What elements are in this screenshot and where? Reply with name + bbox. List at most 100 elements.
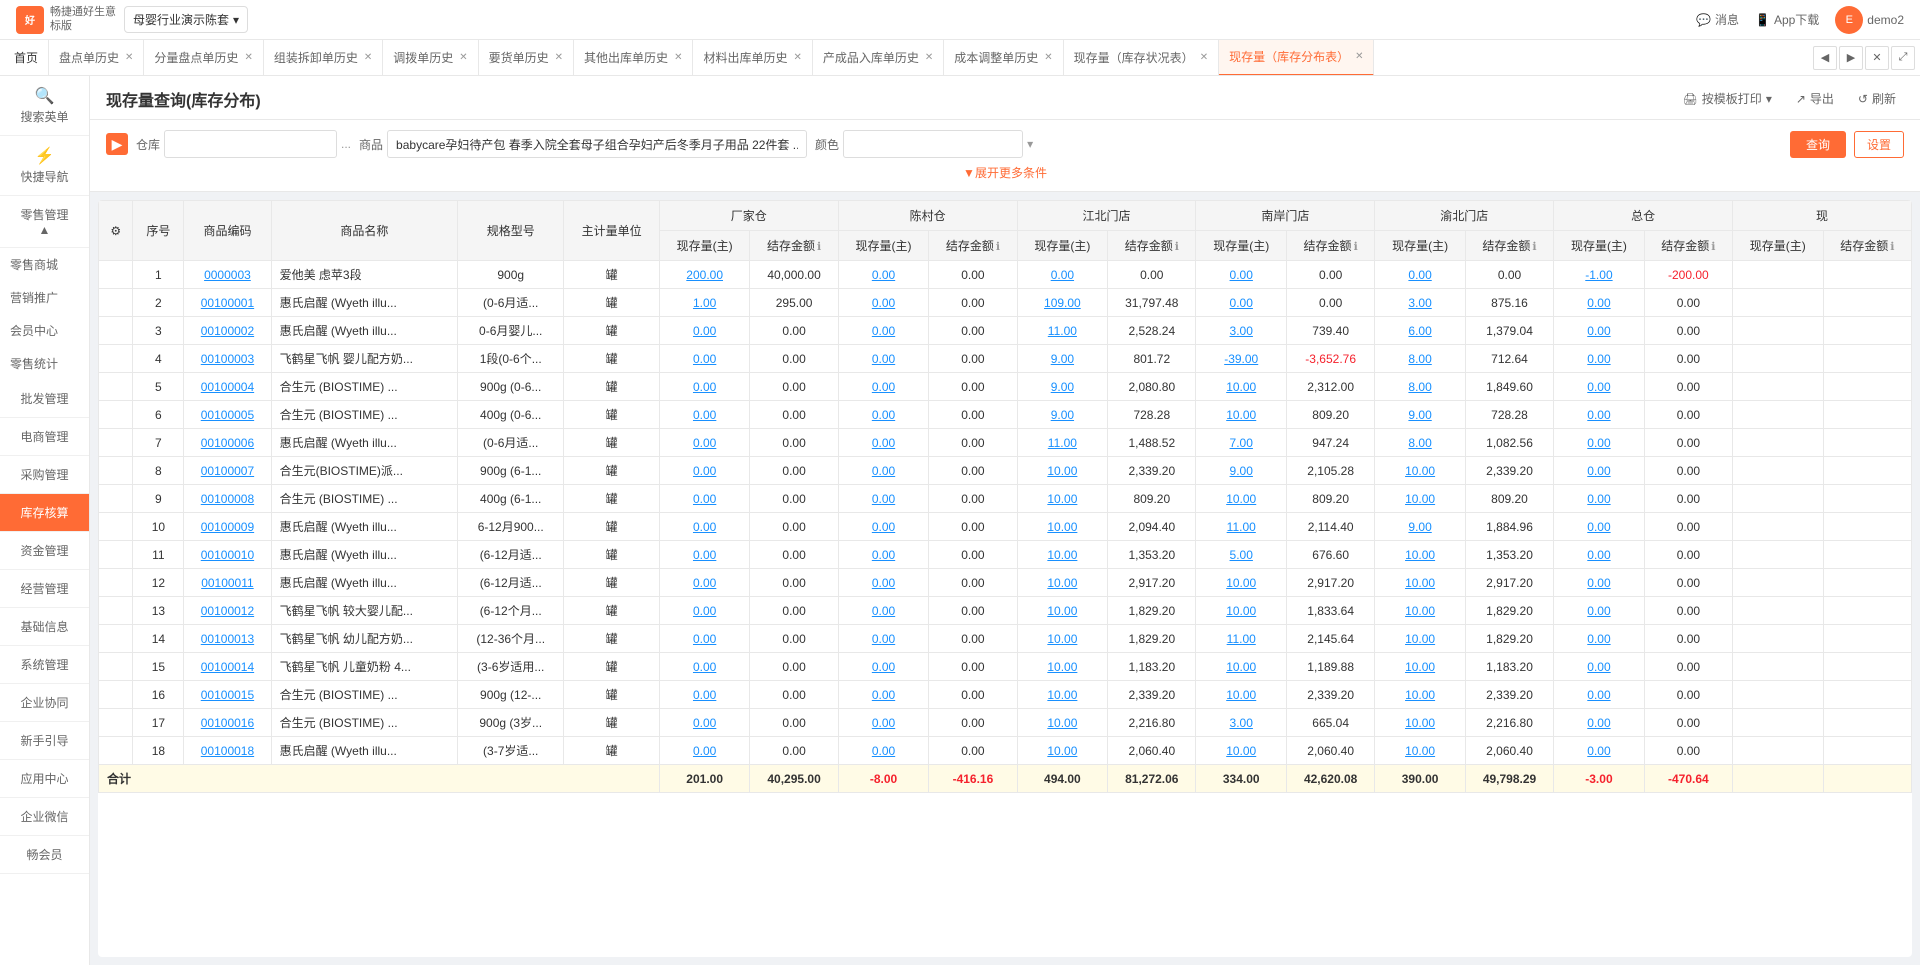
row-c1-qty[interactable]: 0.00 — [659, 513, 750, 541]
row-code[interactable]: 00100003 — [184, 345, 271, 373]
row-c6-qty[interactable]: 0.00 — [1554, 289, 1645, 317]
row-total-qty[interactable] — [1733, 569, 1824, 597]
row-c4-qty[interactable]: 10.00 — [1196, 653, 1287, 681]
row-c2-qty[interactable]: 0.00 — [838, 513, 929, 541]
row-c3-qty[interactable]: 0.00 — [1017, 261, 1108, 289]
sidebar-item-ecommerce[interactable]: 电商管理 — [0, 418, 89, 456]
tab-assemble[interactable]: 组装拆卸单历史 ✕ — [264, 40, 383, 76]
sidebar-sub-retail-shop[interactable]: 零售商城 — [0, 248, 89, 281]
row-code[interactable]: 00100011 — [184, 569, 271, 597]
row-c2-qty[interactable]: 0.00 — [838, 345, 929, 373]
row-c3-qty[interactable]: 10.00 — [1017, 737, 1108, 765]
row-c6-qty[interactable]: 0.00 — [1554, 653, 1645, 681]
row-code[interactable]: 00100005 — [184, 401, 271, 429]
row-c3-qty[interactable]: 10.00 — [1017, 457, 1108, 485]
row-code[interactable]: 00100012 — [184, 597, 271, 625]
nav-next-btn[interactable]: ▶ — [1839, 46, 1863, 70]
close-icon[interactable]: ✕ — [674, 52, 682, 63]
nav-prev-btn[interactable]: ◀ — [1813, 46, 1837, 70]
table-settings-btn[interactable]: ⚙ — [99, 201, 133, 261]
row-c2-qty[interactable]: 0.00 — [838, 261, 929, 289]
row-total-qty[interactable] — [1733, 513, 1824, 541]
row-c2-qty[interactable]: 0.00 — [838, 429, 929, 457]
row-c3-qty[interactable]: 10.00 — [1017, 541, 1108, 569]
row-code[interactable]: 00100008 — [184, 485, 271, 513]
query-btn[interactable]: 查询 — [1790, 131, 1846, 158]
row-c6-qty[interactable]: 0.00 — [1554, 373, 1645, 401]
row-c6-qty[interactable]: 0.00 — [1554, 709, 1645, 737]
row-c5-qty[interactable]: 10.00 — [1375, 625, 1466, 653]
sidebar-sub-retail-stats[interactable]: 零售统计 — [0, 347, 89, 380]
sidebar-sub-member[interactable]: 会员中心 — [0, 314, 89, 347]
row-c3-qty[interactable]: 9.00 — [1017, 401, 1108, 429]
sidebar-item-purchase[interactable]: 采购管理 — [0, 456, 89, 494]
tab-sub-inventory[interactable]: 分量盘点单历史 ✕ — [144, 40, 263, 76]
row-c2-qty[interactable]: 0.00 — [838, 597, 929, 625]
row-c5-qty[interactable]: 9.00 — [1375, 401, 1466, 429]
close-icon[interactable]: ✕ — [364, 52, 372, 63]
row-c1-qty[interactable]: 0.00 — [659, 597, 750, 625]
row-c3-qty[interactable]: 9.00 — [1017, 373, 1108, 401]
row-c2-qty[interactable]: 0.00 — [838, 289, 929, 317]
tab-stock-status[interactable]: 现存量（库存状况表） ✕ — [1064, 40, 1219, 76]
row-c6-qty[interactable]: 0.00 — [1554, 541, 1645, 569]
row-c4-qty[interactable]: 5.00 — [1196, 541, 1287, 569]
row-c6-qty[interactable]: 0.00 — [1554, 513, 1645, 541]
row-c2-qty[interactable]: 0.00 — [838, 541, 929, 569]
row-c4-qty[interactable]: 11.00 — [1196, 625, 1287, 653]
close-icon[interactable]: ✕ — [244, 52, 252, 63]
row-total-qty[interactable] — [1733, 373, 1824, 401]
row-total-qty[interactable] — [1733, 625, 1824, 653]
row-code[interactable]: 00100016 — [184, 709, 271, 737]
row-c5-qty[interactable]: 8.00 — [1375, 345, 1466, 373]
close-icon[interactable]: ✕ — [1200, 52, 1208, 63]
row-c6-qty[interactable]: 0.00 — [1554, 597, 1645, 625]
row-c5-qty[interactable]: 10.00 — [1375, 541, 1466, 569]
row-total-qty[interactable] — [1733, 681, 1824, 709]
row-c2-qty[interactable]: 0.00 — [838, 485, 929, 513]
row-c2-qty[interactable]: 0.00 — [838, 709, 929, 737]
row-total-qty[interactable] — [1733, 345, 1824, 373]
row-total-qty[interactable] — [1733, 485, 1824, 513]
row-c5-qty[interactable]: 8.00 — [1375, 373, 1466, 401]
row-c1-qty[interactable]: 0.00 — [659, 485, 750, 513]
row-total-qty[interactable] — [1733, 541, 1824, 569]
row-c4-qty[interactable]: 10.00 — [1196, 485, 1287, 513]
row-total-qty[interactable] — [1733, 709, 1824, 737]
close-icon[interactable]: ✕ — [1355, 51, 1363, 62]
nav-expand-btn[interactable]: ⤢ — [1891, 46, 1915, 70]
refresh-btn[interactable]: ↺ 刷新 — [1850, 86, 1904, 111]
sidebar-item-shortcut[interactable]: ⚡ 快捷导航 — [0, 136, 89, 196]
row-c6-qty[interactable]: 0.00 — [1554, 569, 1645, 597]
export-btn[interactable]: ↗ 导出 — [1788, 86, 1842, 111]
row-c5-qty[interactable]: 6.00 — [1375, 317, 1466, 345]
row-code[interactable]: 00100018 — [184, 737, 271, 765]
row-c5-qty[interactable]: 10.00 — [1375, 653, 1466, 681]
row-c3-qty[interactable]: 9.00 — [1017, 345, 1108, 373]
row-c1-qty[interactable]: 0.00 — [659, 429, 750, 457]
setting-btn[interactable]: 设置 — [1854, 131, 1904, 158]
color-input[interactable] — [843, 130, 1023, 158]
close-icon[interactable]: ✕ — [555, 52, 563, 63]
sidebar-item-basic[interactable]: 基础信息 — [0, 608, 89, 646]
tab-home[interactable]: 首页 — [4, 40, 49, 76]
row-c3-qty[interactable]: 10.00 — [1017, 653, 1108, 681]
sidebar-item-retail-mgmt[interactable]: 零售管理 ▲ — [0, 196, 89, 248]
tab-material-out[interactable]: 材料出库单历史 ✕ — [693, 40, 812, 76]
row-c5-qty[interactable]: 10.00 — [1375, 709, 1466, 737]
row-c5-qty[interactable]: 10.00 — [1375, 569, 1466, 597]
row-code[interactable]: 00100010 — [184, 541, 271, 569]
row-code[interactable]: 00100014 — [184, 653, 271, 681]
close-icon[interactable]: ✕ — [125, 52, 133, 63]
row-c3-qty[interactable]: 109.00 — [1017, 289, 1108, 317]
row-c1-qty[interactable]: 0.00 — [659, 541, 750, 569]
row-c4-qty[interactable]: 3.00 — [1196, 709, 1287, 737]
row-c5-qty[interactable]: 0.00 — [1375, 261, 1466, 289]
row-c4-qty[interactable]: 11.00 — [1196, 513, 1287, 541]
row-c6-qty[interactable]: 0.00 — [1554, 345, 1645, 373]
color-dropdown-icon[interactable]: ▾ — [1027, 137, 1033, 151]
row-c3-qty[interactable]: 10.00 — [1017, 569, 1108, 597]
close-icon[interactable]: ✕ — [1044, 52, 1052, 63]
close-icon[interactable]: ✕ — [459, 52, 467, 63]
row-c5-qty[interactable]: 10.00 — [1375, 485, 1466, 513]
